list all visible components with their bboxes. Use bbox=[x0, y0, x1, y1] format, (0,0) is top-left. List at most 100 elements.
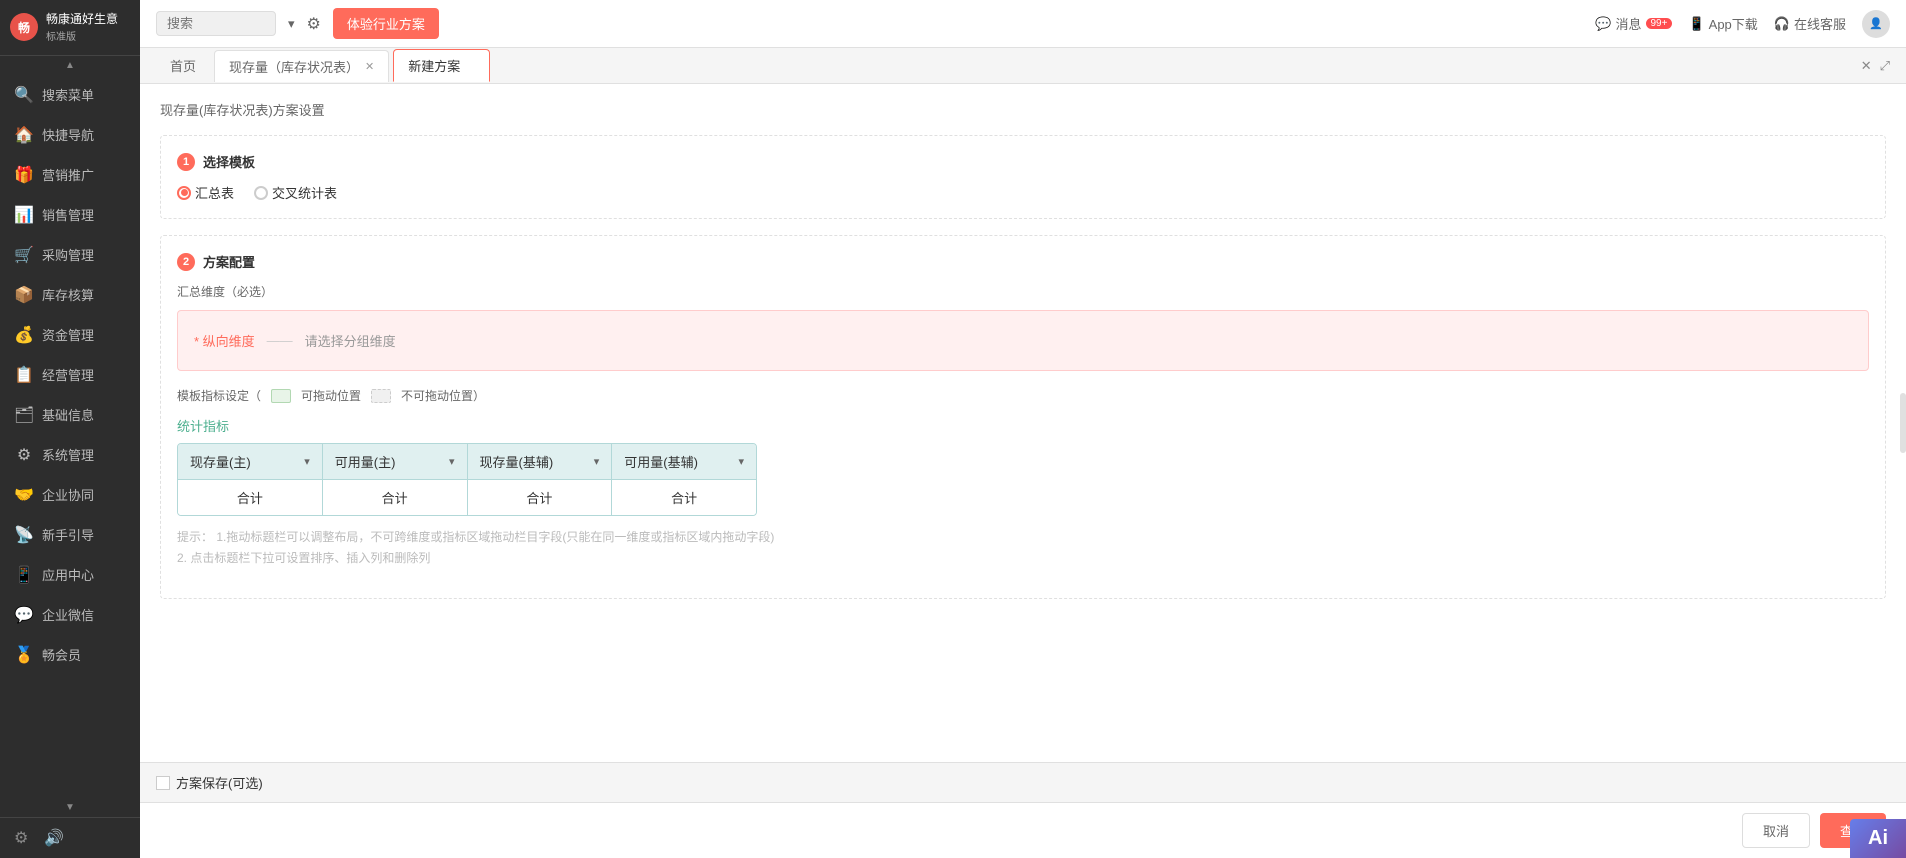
dropdown-icon[interactable]: ▾ bbox=[288, 16, 295, 32]
tab-new-close[interactable]: ✕ bbox=[466, 59, 475, 72]
content-area: 现存量(库存状况表)方案设置 1 选择模板 汇总表 交叉统计表 2 bbox=[140, 84, 1906, 762]
trial-btn[interactable]: 体验行业方案 bbox=[333, 8, 439, 39]
antenna-icon: 📡 bbox=[14, 525, 34, 545]
dimension-area[interactable]: * 纵向维度 —— 请选择分组维度 bbox=[177, 310, 1869, 371]
user-avatar[interactable]: 👤 bbox=[1862, 10, 1890, 38]
cancel-button[interactable]: 取消 bbox=[1742, 813, 1810, 848]
home-icon: 🏠 bbox=[14, 125, 34, 145]
chat-icon: 💬 bbox=[14, 605, 34, 625]
scrollbar[interactable] bbox=[1900, 393, 1906, 453]
stats-section: 统计指标 现存量(主) ▾ 可用量(主) ▾ 现存量(基辅) bbox=[177, 416, 1869, 516]
chevron-col3[interactable]: ▾ bbox=[738, 455, 744, 468]
tab-new-plan[interactable]: 新建方案 ✕ bbox=[393, 49, 490, 82]
gear-icon: ⚙ bbox=[14, 445, 34, 465]
tips-item-1: 提示： 1.拖动标题栏可以调整布局，不可跨维度或指标区域拖动栏目字段(只能在同一… bbox=[177, 528, 1869, 545]
cart-icon: 🛒 bbox=[14, 245, 34, 265]
sidebar-item-member[interactable]: 🏅 畅会员 bbox=[0, 635, 140, 675]
online-service-btn[interactable]: 🎧 在线客服 bbox=[1774, 14, 1846, 33]
phone-icon: 📱 bbox=[1688, 16, 1704, 32]
stats-title: 统计指标 bbox=[177, 416, 1869, 435]
chart-icon: 📊 bbox=[14, 205, 34, 225]
app-download-btn[interactable]: 📱 App下载 bbox=[1688, 14, 1757, 33]
volume-icon[interactable]: 🔊 bbox=[44, 828, 64, 848]
stats-col-1[interactable]: 可用量(主) ▾ bbox=[323, 444, 468, 479]
money-icon: 💰 bbox=[14, 325, 34, 345]
topbar-left: ▾ ⚙ 体验行业方案 bbox=[156, 8, 439, 39]
radio-summary[interactable] bbox=[177, 186, 191, 200]
sidebar-item-wechat[interactable]: 💬 企业微信 bbox=[0, 595, 140, 635]
stats-table: 现存量(主) ▾ 可用量(主) ▾ 现存量(基辅) ▾ 可用量(基辅) bbox=[177, 443, 757, 516]
message-icon: 💬 bbox=[1595, 16, 1611, 32]
box-icon: 📦 bbox=[14, 285, 34, 305]
tab-inventory-status[interactable]: 现存量（库存状况表） ✕ bbox=[214, 50, 389, 82]
sidebar-item-sales[interactable]: 📊 销售管理 bbox=[0, 195, 140, 235]
radio-cross[interactable] bbox=[254, 186, 268, 200]
medal-icon: 🏅 bbox=[14, 645, 34, 665]
search-input[interactable] bbox=[156, 11, 276, 36]
indicators-setting: 模板指标设定（ 可拖动位置 不可拖动位置） bbox=[177, 387, 1869, 404]
sidebar-item-search-menu[interactable]: 🔍 搜索菜单 bbox=[0, 75, 140, 115]
topbar-gear-icon[interactable]: ⚙ bbox=[307, 14, 321, 34]
clipboard-icon: 📋 bbox=[14, 365, 34, 385]
sidebar-item-system[interactable]: ⚙ 系统管理 bbox=[0, 435, 140, 475]
sidebar-scroll-down[interactable]: ▼ bbox=[0, 798, 140, 817]
sidebar-scroll-up[interactable]: ▲ bbox=[0, 56, 140, 75]
sidebar-item-marketing[interactable]: 🎁 营销推广 bbox=[0, 155, 140, 195]
save-plan-checkbox-label[interactable]: 方案保存(可选) bbox=[156, 773, 263, 792]
aggregate-label: 汇总维度（必选） bbox=[177, 283, 1869, 300]
sidebar-item-purchase[interactable]: 🛒 采购管理 bbox=[0, 235, 140, 275]
chevron-col2[interactable]: ▾ bbox=[594, 455, 600, 468]
handshake-icon: 🤝 bbox=[14, 485, 34, 505]
stats-cell-3: 合计 bbox=[612, 480, 756, 515]
dimension-divider: —— bbox=[267, 333, 293, 348]
sidebar-item-finance[interactable]: 💰 资金管理 bbox=[0, 315, 140, 355]
gift-icon: 🎁 bbox=[14, 165, 34, 185]
stats-col-3[interactable]: 可用量(基辅) ▾ bbox=[612, 444, 756, 479]
option-cross[interactable]: 交叉统计表 bbox=[254, 183, 337, 202]
sidebar-item-company[interactable]: 🤝 企业协同 bbox=[0, 475, 140, 515]
no-drag-icon bbox=[371, 389, 391, 403]
page-title: 现存量(库存状况表)方案设置 bbox=[160, 100, 1886, 119]
tab-bar-actions: ✕ ⤢ bbox=[1861, 58, 1890, 74]
search-menu-icon: 🔍 bbox=[14, 85, 34, 105]
sidebar-footer: ⚙ 🔊 bbox=[0, 817, 140, 858]
sidebar-item-inventory[interactable]: 📦 库存核算 bbox=[0, 275, 140, 315]
message-btn[interactable]: 💬 消息 99+ bbox=[1595, 14, 1672, 33]
stats-cell-1: 合计 bbox=[323, 480, 468, 515]
tab-inventory-close[interactable]: ✕ bbox=[365, 60, 374, 73]
expand-window-icon[interactable]: ⤢ bbox=[1880, 58, 1890, 74]
app-logo: 畅 畅康通好生意 标准版 bbox=[0, 0, 140, 56]
tabs-bar: 首页 现存量（库存状况表） ✕ 新建方案 ✕ ✕ ⤢ bbox=[140, 48, 1906, 84]
tab-home[interactable]: 首页 bbox=[156, 50, 210, 81]
settings-icon[interactable]: ⚙ bbox=[14, 828, 28, 848]
main-area: ▾ ⚙ 体验行业方案 💬 消息 99+ 📱 App下载 🎧 在线客服 👤 首页 bbox=[140, 0, 1906, 858]
action-bar: 取消 查询 bbox=[140, 802, 1906, 858]
content-footer: 方案保存(可选) bbox=[140, 762, 1906, 802]
dimension-label: * 纵向维度 bbox=[194, 331, 255, 350]
topbar-right: 💬 消息 99+ 📱 App下载 🎧 在线客服 👤 bbox=[1595, 10, 1890, 38]
stats-col-2[interactable]: 现存量(基辅) ▾ bbox=[468, 444, 613, 479]
folder-icon: 🗂 bbox=[14, 405, 34, 425]
close-window-icon[interactable]: ✕ bbox=[1861, 58, 1872, 74]
chevron-col1[interactable]: ▾ bbox=[449, 455, 455, 468]
sidebar-item-app-center[interactable]: 📱 应用中心 bbox=[0, 555, 140, 595]
topbar: ▾ ⚙ 体验行业方案 💬 消息 99+ 📱 App下载 🎧 在线客服 👤 bbox=[140, 0, 1906, 48]
template-options: 汇总表 交叉统计表 bbox=[177, 183, 1869, 202]
save-plan-checkbox[interactable] bbox=[156, 776, 170, 790]
tips-section: 提示： 1.拖动标题栏可以调整布局，不可跨维度或指标区域拖动栏目字段(只能在同一… bbox=[177, 528, 1869, 566]
draggable-icon bbox=[271, 389, 291, 403]
section2-header: 2 方案配置 bbox=[177, 252, 1869, 271]
ai-badge[interactable]: Ai bbox=[1850, 819, 1906, 858]
stats-col-0[interactable]: 现存量(主) ▾ bbox=[178, 444, 323, 479]
sidebar-item-basic-info[interactable]: 🗂 基础信息 bbox=[0, 395, 140, 435]
app-name: 畅康通好生意 标准版 bbox=[46, 12, 118, 43]
sidebar-item-quick-nav[interactable]: 🏠 快捷导航 bbox=[0, 115, 140, 155]
option-summary[interactable]: 汇总表 bbox=[177, 183, 234, 202]
section1-num: 1 bbox=[177, 153, 195, 171]
section1-title: 选择模板 bbox=[203, 152, 255, 171]
sidebar-item-guide[interactable]: 📡 新手引导 bbox=[0, 515, 140, 555]
tips-item-2: 2. 点击标题栏下拉可设置排序、插入列和删除列 bbox=[177, 549, 1869, 566]
sidebar-item-operations[interactable]: 📋 经营管理 bbox=[0, 355, 140, 395]
chevron-col0[interactable]: ▾ bbox=[304, 455, 310, 468]
section2-num: 2 bbox=[177, 253, 195, 271]
